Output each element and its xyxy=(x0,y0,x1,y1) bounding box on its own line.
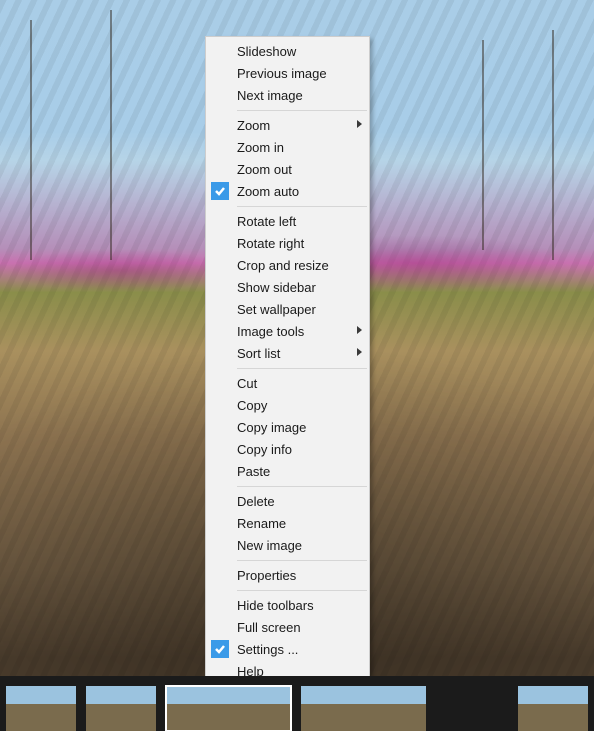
menu-item-label: Cut xyxy=(237,376,257,391)
menu-item-label: Rotate right xyxy=(237,236,304,251)
menu-item-label: Zoom auto xyxy=(237,184,299,199)
menu-separator xyxy=(237,206,367,207)
menu-item-image-tools[interactable]: Image tools xyxy=(207,320,368,342)
thumbnail-selected[interactable] xyxy=(166,686,291,731)
menu-item-label: Zoom out xyxy=(237,162,292,177)
menu-item-label: Zoom xyxy=(237,118,270,133)
check-icon xyxy=(211,182,229,200)
menu-item-label: Rotate left xyxy=(237,214,296,229)
thumbnail-strip xyxy=(0,676,594,731)
check-icon xyxy=(211,640,229,658)
menu-item-label: Next image xyxy=(237,88,303,103)
menu-item-label: Copy info xyxy=(237,442,292,457)
menu-item-new-image[interactable]: New image xyxy=(207,534,368,556)
submenu-arrow-icon xyxy=(357,120,362,128)
image-viewer: Slideshow Previous image Next image Zoom Zoo… xyxy=(0,0,594,731)
decor xyxy=(30,20,32,260)
decor xyxy=(552,30,554,260)
menu-item-full-screen[interactable]: Full screen xyxy=(207,616,368,638)
menu-item-paste[interactable]: Paste xyxy=(207,460,368,482)
menu-item-sort-list[interactable]: Sort list xyxy=(207,342,368,364)
menu-item-label: Full screen xyxy=(237,620,301,635)
menu-item-label: Slideshow xyxy=(237,44,296,59)
menu-item-copy-info[interactable]: Copy info xyxy=(207,438,368,460)
menu-item-label: Copy image xyxy=(237,420,306,435)
thumbnail[interactable] xyxy=(518,686,588,731)
menu-item-show-sidebar[interactable]: Show sidebar xyxy=(207,276,368,298)
decor xyxy=(482,40,484,250)
menu-item-label: Set wallpaper xyxy=(237,302,316,317)
menu-item-next-image[interactable]: Next image xyxy=(207,84,368,106)
menu-item-hide-toolbars[interactable]: Hide toolbars xyxy=(207,594,368,616)
menu-item-prev-image[interactable]: Previous image xyxy=(207,62,368,84)
menu-item-label: Sort list xyxy=(237,346,280,361)
menu-item-slideshow[interactable]: Slideshow xyxy=(207,40,368,62)
menu-separator xyxy=(237,590,367,591)
submenu-arrow-icon xyxy=(357,348,362,356)
thumbnail[interactable] xyxy=(301,686,426,731)
menu-item-zoom[interactable]: Zoom xyxy=(207,114,368,136)
menu-item-zoom-in[interactable]: Zoom in xyxy=(207,136,368,158)
menu-item-label: Settings ... xyxy=(237,642,298,657)
menu-item-settings[interactable]: Settings ... xyxy=(207,638,368,660)
menu-separator xyxy=(237,486,367,487)
menu-item-zoom-out[interactable]: Zoom out xyxy=(207,158,368,180)
menu-item-copy[interactable]: Copy xyxy=(207,394,368,416)
menu-item-delete[interactable]: Delete xyxy=(207,490,368,512)
menu-item-label: Paste xyxy=(237,464,270,479)
menu-item-label: Zoom in xyxy=(237,140,284,155)
menu-item-set-wallpaper[interactable]: Set wallpaper xyxy=(207,298,368,320)
decor xyxy=(110,10,112,260)
menu-item-label: Hide toolbars xyxy=(237,598,314,613)
menu-separator xyxy=(237,368,367,369)
menu-separator xyxy=(237,560,367,561)
menu-item-label: Image tools xyxy=(237,324,304,339)
submenu-arrow-icon xyxy=(357,326,362,334)
context-menu: Slideshow Previous image Next image Zoom Zoo… xyxy=(205,36,370,716)
thumbnail[interactable] xyxy=(86,686,156,731)
menu-item-cut[interactable]: Cut xyxy=(207,372,368,394)
thumbnail[interactable] xyxy=(6,686,76,731)
menu-item-rotate-right[interactable]: Rotate right xyxy=(207,232,368,254)
menu-item-label: Delete xyxy=(237,494,275,509)
menu-item-copy-image[interactable]: Copy image xyxy=(207,416,368,438)
menu-item-label: Copy xyxy=(237,398,267,413)
menu-separator xyxy=(237,110,367,111)
menu-item-crop-resize[interactable]: Crop and resize xyxy=(207,254,368,276)
menu-item-label: Properties xyxy=(237,568,296,583)
menu-item-rotate-left[interactable]: Rotate left xyxy=(207,210,368,232)
menu-item-zoom-auto[interactable]: Zoom auto xyxy=(207,180,368,202)
menu-item-label: New image xyxy=(237,538,302,553)
menu-item-properties[interactable]: Properties xyxy=(207,564,368,586)
menu-item-label: Rename xyxy=(237,516,286,531)
menu-item-label: Show sidebar xyxy=(237,280,316,295)
menu-item-rename[interactable]: Rename xyxy=(207,512,368,534)
menu-item-label: Previous image xyxy=(237,66,327,81)
menu-item-label: Crop and resize xyxy=(237,258,329,273)
